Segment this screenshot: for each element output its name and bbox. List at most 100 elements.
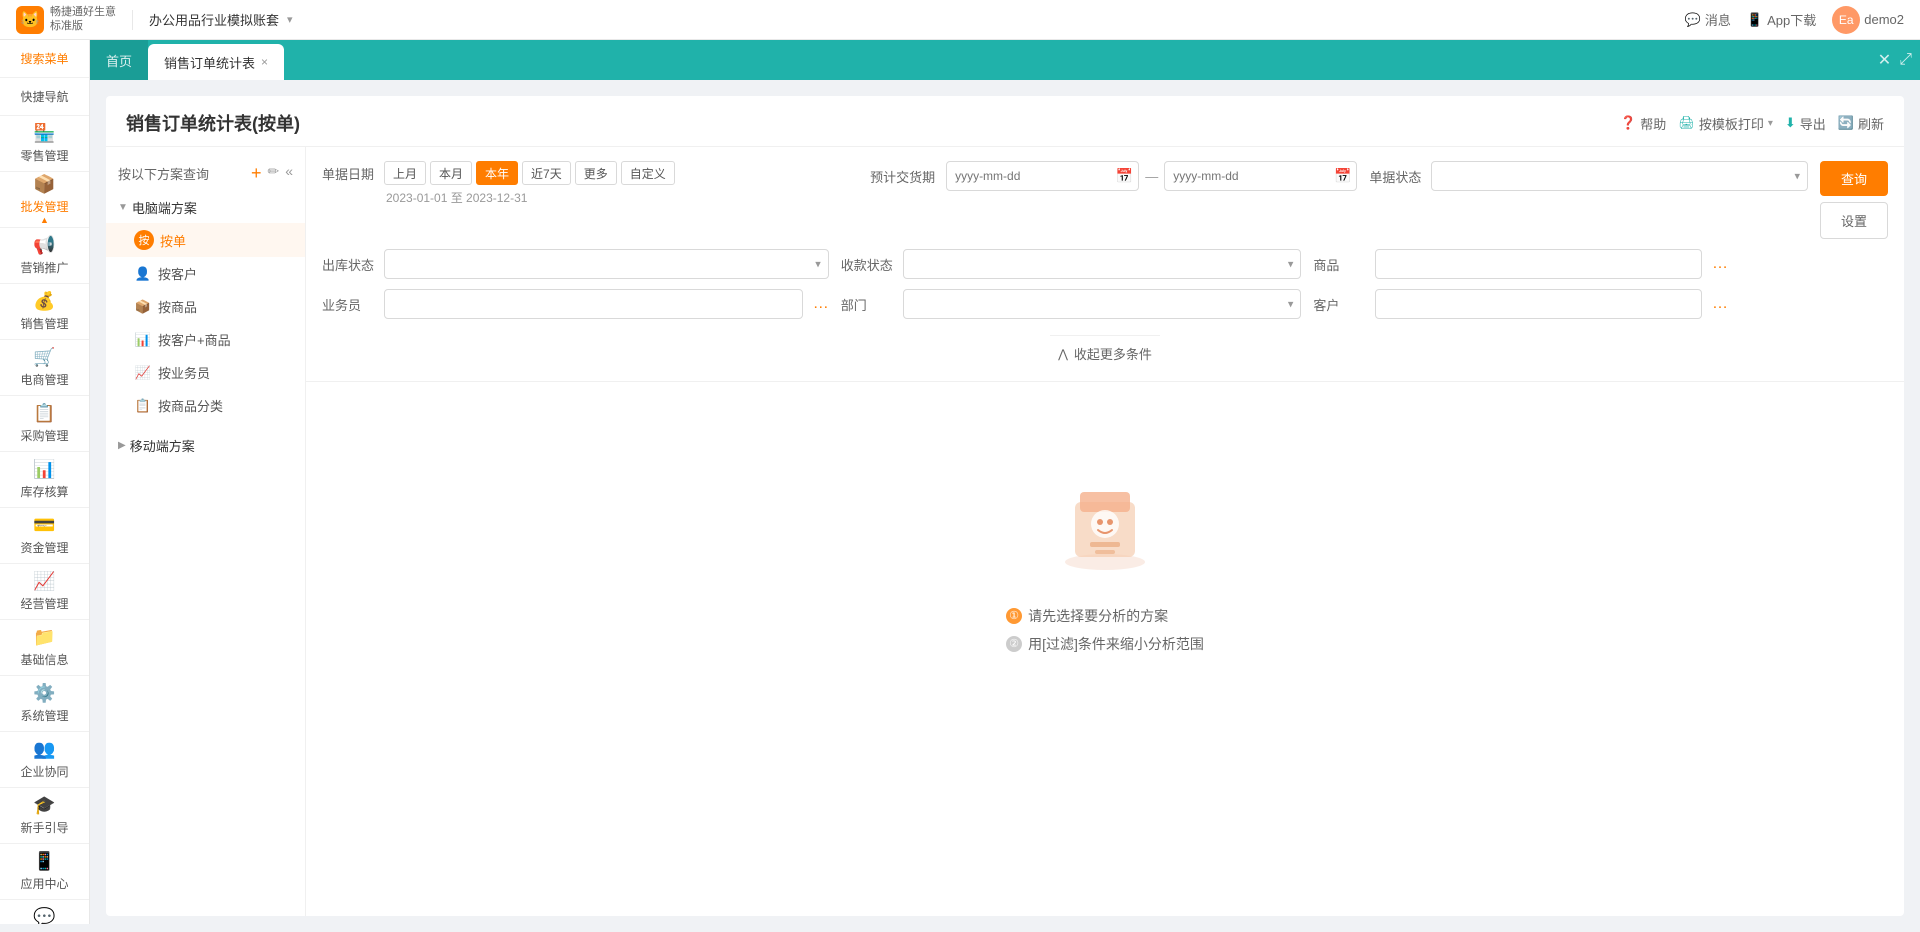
sidebar-label-guide: 新手引导 [20,819,68,836]
salesperson-input[interactable] [384,289,803,319]
date-range-display: 2023-01-01 至 2023-12-31 [322,189,858,206]
sidebar-item-finance[interactable]: 💳 资金管理 [0,508,89,564]
msg-icon: 💬 [1685,12,1701,28]
customer-input[interactable] [1375,289,1702,319]
main-content: 销售订单统计表(按单) ❓ 帮助 🖨 按模板打印 ▾ ⬇ 导出 🔄 刷新 [90,80,1920,932]
custom-btn[interactable]: 自定义 [621,161,675,185]
sidebar-item-wechat[interactable]: 💬 企业微信 [0,900,89,924]
sidebar-item-system[interactable]: ⚙️ 系统管理 [0,676,89,732]
filter-item-by-order[interactable]: 按 按单 [106,223,305,257]
edit-scheme-button[interactable]: ✏ [267,163,279,184]
sidebar-label-operations: 经营管理 [20,595,68,612]
help-button[interactable]: ❓ 帮助 [1620,114,1666,133]
payment-status-select[interactable] [903,249,1302,279]
filter-item-by-customer[interactable]: 👤 按客户 [106,257,305,290]
sidebar-item-retail[interactable]: 🏪 零售管理 [0,116,89,172]
filter-sidebar-actions: + ✏ « [251,163,293,184]
sidebar-item-app-center[interactable]: 📱 应用中心 [0,844,89,900]
avatar: Ea [1832,6,1860,34]
tab-bar-actions: ✕ ⤢ [1878,50,1920,70]
retail-icon: 🏪 [33,123,55,144]
doc-status-select[interactable] [1431,161,1808,191]
expected-date-label: 预计交货期 [870,167,940,186]
sidebar-item-purchase[interactable]: 📋 采购管理 [0,396,89,452]
expected-date-to-wrap: 📅 [1164,161,1357,191]
category-scheme-icon: 📋 [134,397,152,415]
user-menu[interactable]: Ea demo2 [1832,6,1904,34]
ship-status-label: 出库状态 [322,255,378,274]
expected-date-to-input[interactable] [1164,161,1357,191]
sidebar-item-marketing[interactable]: 📢 营销推广 [0,228,89,284]
tip-num-1: ① [1006,608,1022,624]
goods-more-icon[interactable]: … [1712,255,1728,273]
this-year-btn[interactable]: 本年 [476,161,518,185]
this-month-btn[interactable]: 本月 [430,161,472,185]
print-dropdown-icon[interactable]: ▾ [1768,118,1773,129]
purchase-icon: 📋 [33,403,55,424]
tip-text-1: 请先选择要分析的方案 [1028,602,1168,630]
window-close-button[interactable]: ✕ [1878,50,1891,70]
filter-pc-category[interactable]: ▼ 电脑端方案 [106,192,305,223]
title-dropdown[interactable]: ▾ [287,13,293,26]
filter-sidebar-title: 按以下方案查询 [118,164,209,183]
corp-icon: 👥 [33,739,55,760]
expected-date-from-input[interactable] [946,161,1139,191]
last-month-btn[interactable]: 上月 [384,161,426,185]
app-download-button[interactable]: 📱 App下载 [1747,10,1816,29]
sidebar-item-corp[interactable]: 👥 企业协同 [0,732,89,788]
quick-nav[interactable]: 快捷导航 [0,78,89,116]
window-expand-button[interactable]: ⤢ [1899,51,1912,69]
sidebar-item-ecommerce[interactable]: 🛒 电商管理 [0,340,89,396]
date-btn-group: 上月 本月 本年 近7天 更多 自定义 [384,161,675,185]
logo-area: 🐱 畅捷通好生意 标准版 [16,6,116,34]
collapse-row: ⋀ 收起更多条件 [322,329,1888,381]
ship-status-select[interactable] [384,249,829,279]
filter-mobile-category[interactable]: ▶ 移动端方案 [106,430,305,461]
filter-item-by-salesperson[interactable]: 📈 按业务员 [106,356,305,389]
top-bar: 🐱 畅捷通好生意 标准版 办公用品行业模拟账套 ▾ 💬 消息 📱 App下载 E… [0,0,1920,40]
sidebar-item-sales[interactable]: 💰 销售管理 [0,284,89,340]
sidebar-item-wholesale[interactable]: 📦 批发管理 ▲ [0,172,89,228]
export-icon: ⬇ [1785,115,1796,131]
payment-status-group: 收款状态 ▾ [841,249,1302,279]
app-center-icon: 📱 [33,851,55,872]
filter-item-by-category[interactable]: 📋 按商品分类 [106,389,305,422]
tab-sales-order[interactable]: 销售订单统计表 × [148,44,284,80]
more-btn[interactable]: 更多 [575,161,617,185]
msg-button[interactable]: 💬 消息 [1685,10,1731,29]
sidebar-item-operations[interactable]: 📈 经营管理 [0,564,89,620]
finance-icon: 💳 [33,515,55,536]
sidebar-item-basic[interactable]: 📁 基础信息 [0,620,89,676]
customer-more-icon[interactable]: … [1712,295,1728,313]
dept-select[interactable] [903,289,1302,319]
filter-item-by-product[interactable]: 📦 按商品 [106,290,305,323]
collapse-btn[interactable]: ⋀ 收起更多条件 [1050,335,1160,371]
goods-input[interactable] [1375,249,1702,279]
collapse-sidebar-button[interactable]: « [285,163,293,184]
search-menu[interactable]: 搜索菜单 [0,40,89,78]
print-button[interactable]: 🖨 按模板打印 ▾ [1678,114,1773,133]
filter-item-label-by-customer: 按客户 [158,264,197,283]
sidebar-item-inventory[interactable]: 📊 库存核算 [0,452,89,508]
add-scheme-button[interactable]: + [251,163,262,184]
mobile-category-label: 移动端方案 [130,436,195,455]
chevron-up-icon: ▲ [40,215,49,225]
ship-status-group: 出库状态 ▾ [322,249,829,279]
tab-home[interactable]: 首页 [90,40,148,80]
logo-icon: 🐱 [16,6,44,34]
sidebar-item-new-guide[interactable]: 🎓 新手引导 [0,788,89,844]
content-area: 按以下方案查询 + ✏ « ▼ 电脑端方案 按 按单 [106,147,1904,916]
filter-item-label-by-product: 按商品 [158,297,197,316]
last7-btn[interactable]: 近7天 [522,161,571,185]
query-button[interactable]: 查询 [1820,161,1888,196]
filter-row-3: 业务员 … 部门 ▾ [322,289,1888,319]
refresh-button[interactable]: 🔄 刷新 [1838,114,1884,133]
sidebar-label-retail: 零售管理 [20,147,68,164]
export-button[interactable]: ⬇ 导出 [1785,114,1826,133]
salesperson-group: 业务员 … [322,289,829,319]
filter-item-by-cust-prod[interactable]: 📊 按客户+商品 [106,323,305,356]
settings-button[interactable]: 设置 [1820,202,1888,239]
wholesale-icon: 📦 [33,174,55,195]
tab-close-icon[interactable]: × [261,55,268,69]
salesperson-more-icon[interactable]: … [813,295,829,313]
